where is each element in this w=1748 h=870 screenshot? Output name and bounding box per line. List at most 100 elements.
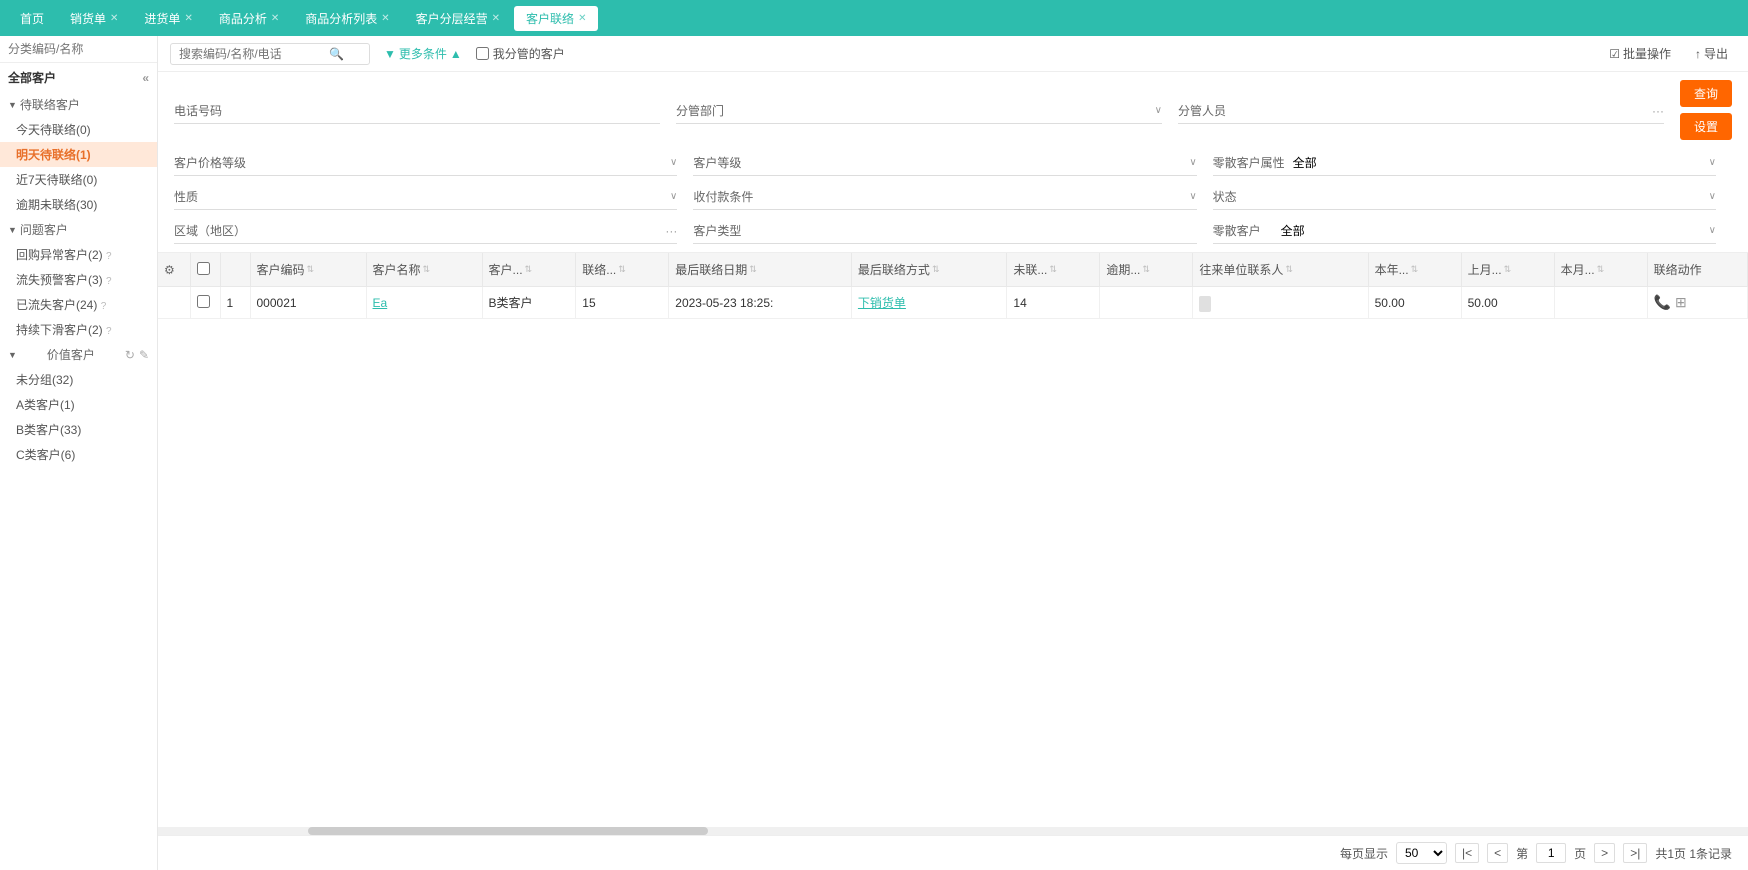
close-icon[interactable]: ✕ [492, 13, 500, 24]
nav-home[interactable]: 首页 [8, 6, 56, 31]
sidebar-item-b-class[interactable]: B类客户(33) [0, 417, 157, 442]
action-call-icon[interactable]: 📞 [1654, 294, 1671, 311]
nav-purchase[interactable]: 进货单 ✕ [132, 6, 204, 31]
row-checkbox[interactable] [190, 287, 220, 319]
prev-page-button[interactable]: < [1487, 843, 1508, 863]
col-last-date[interactable]: 最后联络日期 ⇅ [669, 253, 852, 287]
sidebar-item-tomorrow-contact[interactable]: 明天待联络(1) [0, 142, 157, 167]
filter-nature-label: 性质 [174, 188, 234, 205]
contact-method-link[interactable]: 下销货单 [858, 296, 906, 310]
sort-icon: ⇅ [307, 264, 315, 275]
nav-product-analysis[interactable]: 商品分析 ✕ [207, 6, 291, 31]
help-icon[interactable]: ? [101, 301, 107, 312]
row-overdue [1100, 287, 1193, 319]
close-icon[interactable]: ✕ [110, 13, 118, 24]
horizontal-scrollbar[interactable] [158, 827, 1748, 835]
set-button[interactable]: 设置 [1680, 113, 1732, 140]
col-last-method[interactable]: 最后联络方式 ⇅ [851, 253, 1006, 287]
next-page-button[interactable]: > [1594, 843, 1615, 863]
row-not-contacted: 14 [1007, 287, 1100, 319]
more-icon[interactable]: ··· [1652, 104, 1664, 118]
sidebar-item-today-contact[interactable]: 今天待联络(0) [0, 117, 157, 142]
sidebar-item-c-class[interactable]: C类客户(6) [0, 442, 157, 467]
nav-customer-contact[interactable]: 客户联络 ✕ [514, 6, 598, 31]
help-icon[interactable]: ? [106, 276, 112, 287]
row-select-checkbox[interactable] [197, 295, 210, 308]
scroll-thumb[interactable] [308, 827, 708, 835]
sidebar-item-overdue-contact[interactable]: 逾期未联络(30) [0, 192, 157, 217]
group-value-label: 价值客户 [47, 346, 95, 363]
sort-icon: ⇅ [525, 264, 533, 275]
action-more-icon[interactable]: ⊞ [1675, 294, 1687, 311]
help-icon[interactable]: ? [106, 326, 112, 337]
more-icon[interactable]: ··· [665, 224, 677, 238]
select-all-checkbox[interactable] [197, 262, 210, 275]
row-last-method[interactable]: 下销货单 [851, 287, 1006, 319]
col-current-month[interactable]: 本月... ⇅ [1554, 253, 1647, 287]
col-last-month[interactable]: 上月... ⇅ [1461, 253, 1554, 287]
help-icon[interactable]: ? [106, 251, 112, 262]
page-number-input[interactable] [1536, 843, 1566, 863]
nav-sales[interactable]: 销货单 ✕ [58, 6, 130, 31]
group-problem-customer[interactable]: 问题客户 [0, 217, 157, 242]
query-button[interactable]: 查询 [1680, 80, 1732, 107]
col-current-year[interactable]: 本年... ⇅ [1368, 253, 1461, 287]
filter-panel: 电话号码 分管部门 ∨ 分管人员 ··· 查询 设置 [158, 72, 1748, 253]
sidebar-item-declining[interactable]: 持续下滑客户(2) ? [0, 317, 157, 342]
sidebar-item-week-contact[interactable]: 近7天待联络(0) [0, 167, 157, 192]
table-gear-icon[interactable]: ⚙ [164, 263, 175, 277]
group-pending-label: 待联络客户 [20, 96, 80, 113]
filter-price-grade: 客户价格等级 ∨ [174, 150, 677, 176]
search-icon[interactable]: 🔍 [329, 47, 344, 61]
close-icon[interactable]: ✕ [184, 13, 192, 24]
per-page-select[interactable]: 50 100 200 [1396, 842, 1447, 864]
content-area: 🔍 ▼ 更多条件 ▲ 我分管的客户 ☑ 批量操作 ↑ 导出 [158, 36, 1748, 870]
unit-contact-tag [1199, 296, 1211, 312]
filter-customer-grade-label: 客户等级 [693, 154, 753, 171]
customer-name-link[interactable]: Ea [373, 296, 388, 310]
col-code[interactable]: 客户编码 ⇅ [250, 253, 366, 287]
col-type[interactable]: 客户... ⇅ [482, 253, 576, 287]
group-pending-contact[interactable]: 待联络客户 [0, 92, 157, 117]
more-conditions-btn[interactable]: ▼ 更多条件 ▲ [378, 42, 468, 65]
col-unit-contact[interactable]: 往来单位联系人 ⇅ [1193, 253, 1368, 287]
col-name[interactable]: 客户名称 ⇅ [366, 253, 482, 287]
edit-icon[interactable]: ✎ [139, 348, 149, 362]
batch-op-button[interactable]: ☑ 批量操作 [1601, 42, 1679, 65]
main-search-input[interactable] [179, 47, 329, 61]
close-icon[interactable]: ✕ [578, 13, 586, 24]
all-customers-title[interactable]: 全部客户 « [0, 63, 157, 92]
sidebar-search-input[interactable] [8, 42, 158, 56]
sidebar-item-ungrouped[interactable]: 未分组(32) [0, 367, 157, 392]
refresh-icon[interactable]: ↻ [125, 348, 135, 362]
close-icon[interactable]: ✕ [381, 13, 389, 24]
filter-phone: 电话号码 [174, 98, 660, 124]
col-overdue[interactable]: 逾期... ⇅ [1100, 253, 1193, 287]
filter-retail-attr-label: 零散客户属性 [1213, 154, 1285, 171]
row-name[interactable]: Ea [366, 287, 482, 319]
sidebar-item-a-class[interactable]: A类客户(1) [0, 392, 157, 417]
collapse-icon[interactable]: « [142, 71, 149, 85]
sidebar-item-churn-warning[interactable]: 流失预警客户(3) ? [0, 267, 157, 292]
first-page-button[interactable]: |< [1455, 843, 1479, 863]
col-contact-count[interactable]: 联络... ⇅ [576, 253, 669, 287]
sidebar-item-churned[interactable]: 已流失客户(24) ? [0, 292, 157, 317]
nav-product-analysis-list[interactable]: 商品分析列表 ✕ [293, 6, 401, 31]
group-value-customer[interactable]: 价值客户 ↻ ✎ [0, 342, 157, 367]
search-box[interactable]: 🔍 [170, 43, 370, 65]
chevron-down-icon: ∨ [1709, 225, 1716, 236]
my-customers-checkbox[interactable] [476, 47, 489, 60]
filter-row-4: 区域（地区） ··· 客户类型 零散客户 全部 ∨ [174, 218, 1732, 244]
close-icon[interactable]: ✕ [271, 13, 279, 24]
row-settings [158, 287, 190, 319]
export-button[interactable]: ↑ 导出 [1687, 42, 1736, 65]
chevron-up-icon: ▲ [450, 47, 462, 61]
my-customers-checkbox-area[interactable]: 我分管的客户 [476, 45, 565, 62]
sort-icon: ⇅ [618, 264, 626, 275]
sidebar-item-repurchase-abnormal[interactable]: 回购异常客户(2) ? [0, 242, 157, 267]
row-last-date: 2023-05-23 18:25: [669, 287, 852, 319]
col-not-contacted[interactable]: 未联... ⇅ [1007, 253, 1100, 287]
nav-customer-tier[interactable]: 客户分层经营 ✕ [404, 6, 512, 31]
last-page-button[interactable]: >| [1623, 843, 1647, 863]
filter-action-buttons: 查询 设置 [1680, 80, 1732, 142]
